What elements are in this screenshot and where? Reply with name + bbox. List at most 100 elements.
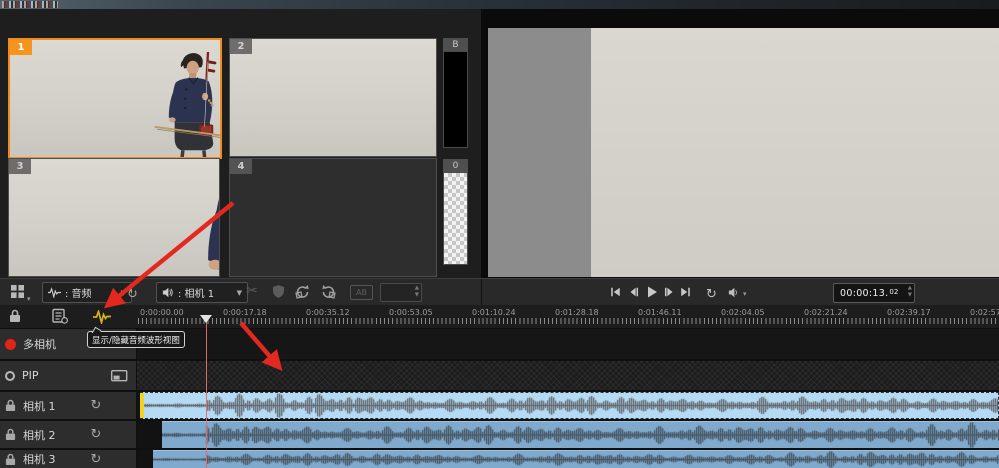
- control-strip-divider: [481, 279, 482, 305]
- volume-speaker-icon: [728, 287, 740, 298]
- sync-icon[interactable]: ↻: [91, 399, 102, 412]
- rotate-right-icon: [320, 284, 337, 299]
- camera-3-number-badge: 3: [9, 159, 31, 174]
- play-button[interactable]: [645, 285, 659, 299]
- audio-waveform-toggle-icon: [93, 310, 111, 324]
- ruler-tick-label: 0:00:00.00: [140, 308, 184, 317]
- sync-icon[interactable]: ↻: [91, 428, 102, 441]
- track-content-pip[interactable]: [137, 361, 999, 390]
- track-header-camera2[interactable]: 相机 2 ↻: [0, 421, 136, 448]
- preview-background-band: [488, 28, 591, 277]
- record-dot-icon[interactable]: [5, 339, 16, 350]
- clip-camera1-selected[interactable]: [140, 392, 999, 419]
- timecode-display[interactable]: 00:00:13. 02 ▲▼: [833, 283, 915, 303]
- tooltip-text: 显示/隐藏音频波形视图: [92, 334, 180, 346]
- track-content-multicam[interactable]: [137, 329, 999, 359]
- track-label: 多相机: [23, 336, 56, 352]
- audio-camera-label: : 相机 1: [178, 285, 214, 300]
- camera-4-number-badge: 4: [230, 159, 252, 174]
- timeline-ruler[interactable]: 0:00:00.00 0:00:17.18 0:00:35.12 0:00:53…: [137, 305, 999, 328]
- spinner-arrows-icon[interactable]: ▲▼: [415, 285, 419, 299]
- window-titlebar: [0, 0, 999, 9]
- source-transparent-label: 0: [443, 159, 468, 172]
- ruler-tick-label: 0:02:57.: [970, 308, 999, 317]
- timecode-frames: 02: [889, 288, 898, 296]
- clip-trim-marker[interactable]: [140, 393, 144, 418]
- skip-start-icon: [609, 286, 622, 298]
- protect-button[interactable]: [273, 285, 284, 298]
- camera-preview-2[interactable]: 2: [229, 38, 437, 157]
- playhead-marker[interactable]: [200, 315, 212, 323]
- lock-icon: [9, 309, 21, 323]
- rotate-right-transition-button[interactable]: [320, 284, 337, 299]
- skip-end-icon: [679, 286, 692, 298]
- ruler-tick-label: 0:01:10.24: [472, 308, 516, 317]
- loop-playback-button[interactable]: ↻: [706, 288, 717, 301]
- layout-grid-button[interactable]: [10, 284, 25, 299]
- volume-button[interactable]: [728, 287, 740, 298]
- lock-tracks-button[interactable]: [9, 309, 21, 323]
- audio-source-label: : 音频: [65, 285, 92, 300]
- camera-1-video: [10, 40, 220, 157]
- rotate-left-transition-button[interactable]: [294, 284, 311, 299]
- camera-2-video: [230, 39, 436, 156]
- camera-preview-4[interactable]: 4: [229, 158, 437, 277]
- volume-caret-icon[interactable]: ▾: [743, 291, 747, 298]
- waveform-camera1: [141, 393, 998, 418]
- ruler-tick-label: 0:00:53.05: [389, 308, 433, 317]
- multicam-editor-window: ▾ ↶ ↷ 1 2 3 4 B 0: [0, 0, 999, 468]
- audio-waveform-icon: [48, 287, 61, 298]
- camera-preview-1[interactable]: 1: [8, 38, 222, 159]
- multicam-grid-panel: 1 2 3 4 B 0: [0, 9, 482, 278]
- track-header-camera3[interactable]: 相机 3 ↻: [0, 450, 136, 468]
- ruler-tick-label: 0:01:28.18: [555, 308, 599, 317]
- go-to-start-button[interactable]: [609, 286, 622, 298]
- edit-list-icon: [52, 308, 68, 324]
- step-forward-icon: [663, 286, 676, 298]
- transition-duration-spinner[interactable]: ▲▼: [380, 283, 422, 302]
- pip-icon[interactable]: [111, 370, 128, 382]
- audio-source-dropdown[interactable]: : 音频 ▼: [42, 282, 132, 303]
- track-label: 相机 3: [23, 451, 56, 467]
- preview-video: [488, 28, 999, 277]
- track-header-pip[interactable]: PIP: [0, 361, 136, 390]
- sync-button[interactable]: ↻: [127, 288, 138, 301]
- source-transparent-swatch[interactable]: [443, 172, 468, 265]
- split-clip-button[interactable]: ✂: [246, 283, 258, 299]
- audio-source-caret-icon: ▼: [121, 289, 126, 297]
- timecode-value: 00:00:13.: [840, 288, 888, 299]
- track-label: 相机 2: [23, 427, 56, 443]
- transition-ab-button[interactable]: AB: [350, 285, 373, 300]
- lock-icon[interactable]: [5, 428, 16, 441]
- pip-ring-icon[interactable]: [5, 371, 15, 381]
- go-to-end-button[interactable]: [679, 286, 692, 298]
- clip-camera3[interactable]: [153, 450, 999, 468]
- waveform-button-tooltip: 显示/隐藏音频波形视图: [87, 331, 185, 348]
- speaker-icon: [162, 287, 174, 298]
- waveform-camera2: [162, 422, 999, 448]
- rotate-left-icon: [294, 284, 311, 299]
- waveform-camera3: [153, 451, 999, 468]
- track-header-camera1[interactable]: 相机 1 ↻: [0, 392, 136, 419]
- shield-icon: [273, 285, 284, 298]
- loop-icon: ↻: [706, 287, 717, 302]
- edit-list-button[interactable]: [52, 308, 68, 324]
- layout-grid-caret-icon[interactable]: ▾: [27, 296, 31, 303]
- ruler-tick-label: 0:00:17.18: [223, 308, 267, 317]
- camera-preview-3[interactable]: 3: [8, 158, 220, 277]
- grid-icon: [10, 284, 25, 299]
- sync-icon[interactable]: ↻: [91, 453, 102, 466]
- clip-camera2[interactable]: [162, 421, 999, 448]
- lock-icon[interactable]: [5, 399, 16, 412]
- next-frame-button[interactable]: [663, 286, 676, 298]
- play-icon: [645, 285, 659, 299]
- transition-ab-label: AB: [356, 288, 367, 297]
- previous-frame-button[interactable]: [627, 286, 640, 298]
- audio-camera-caret-icon: ▼: [237, 289, 242, 297]
- timecode-spinner-icon[interactable]: ▲▼: [908, 285, 912, 299]
- source-black-swatch[interactable]: [443, 51, 468, 148]
- lock-icon[interactable]: [5, 453, 16, 466]
- audio-camera-dropdown[interactable]: : 相机 1 ▼: [156, 282, 248, 303]
- playhead-line[interactable]: [206, 317, 207, 468]
- toggle-waveform-button[interactable]: [93, 310, 111, 324]
